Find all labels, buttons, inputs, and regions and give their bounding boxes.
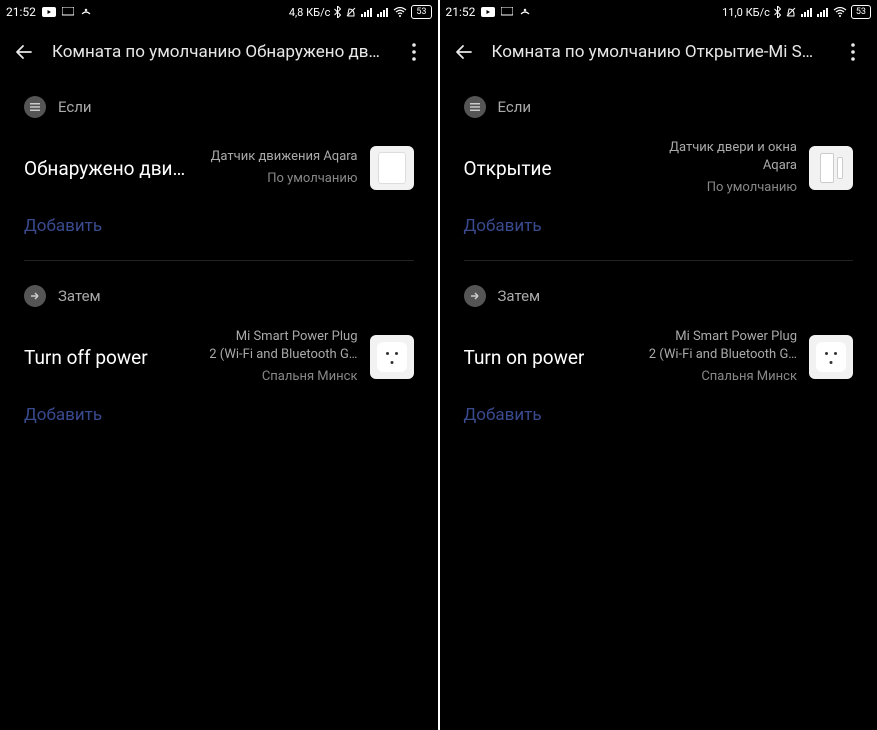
- device-line1: Mi Smart Power Plug: [148, 328, 358, 346]
- device-name: Датчик движения Aqara: [185, 148, 357, 166]
- content: Если Обнаружено дви… Датчик движения Aqa…: [0, 80, 438, 730]
- trigger-device-info: Датчик движения Aqara По умолчанию: [185, 148, 357, 188]
- divider: [24, 260, 414, 261]
- status-bar: 21:52 11,0 КБ/с 53: [440, 0, 877, 24]
- device-line2: 2 (Wi-Fi and Bluetooth G…: [584, 346, 797, 364]
- signal-icon: [801, 7, 813, 17]
- if-label: Если: [58, 98, 92, 116]
- status-time: 21:52: [6, 5, 36, 19]
- trigger-device-info: Датчик двери и окна Aqara По умолчанию: [552, 139, 797, 198]
- status-speed: 11,0 КБ/с: [722, 6, 770, 19]
- trigger-row[interactable]: Открытие Датчик двери и окна Aqara По ум…: [464, 138, 854, 198]
- action-title: Turn on power: [464, 346, 585, 369]
- if-badge-icon: [24, 96, 46, 118]
- back-button[interactable]: [12, 40, 36, 64]
- wifi-icon: [393, 7, 407, 17]
- more-button[interactable]: [402, 40, 426, 64]
- mute-icon: [345, 6, 357, 18]
- device-room: По умолчанию: [552, 179, 797, 197]
- device-line1: Датчик двери и окна: [552, 139, 797, 157]
- action-device-info: Mi Smart Power Plug 2 (Wi-Fi and Bluetoo…: [584, 328, 797, 387]
- trigger-row[interactable]: Обнаружено дви… Датчик движения Aqara По…: [24, 138, 414, 198]
- header: Комната по умолчанию Обнаружено движе…: [0, 24, 438, 80]
- page-title: Комната по умолчанию Обнаружено движе…: [52, 42, 386, 62]
- motion-sensor-icon: [370, 146, 414, 190]
- status-speed: 4,8 КБ/с: [289, 6, 331, 19]
- device-room: По умолчанию: [185, 170, 357, 188]
- bluetooth-icon: [334, 6, 341, 18]
- back-button[interactable]: [452, 40, 476, 64]
- mute-icon: [785, 6, 797, 18]
- door-sensor-icon: [809, 146, 853, 190]
- missed-call-icon: [519, 6, 531, 18]
- then-section-header: Затем: [464, 285, 854, 307]
- then-section-header: Затем: [24, 285, 414, 307]
- page-title: Комната по умолчанию Открытие-Mi Smart …: [492, 42, 826, 62]
- screen-left: 21:52 4,8 КБ/с 53 Комната по умолчанию О…: [0, 0, 438, 730]
- plug-icon: [809, 335, 853, 379]
- add-action-button[interactable]: Добавить: [464, 405, 854, 425]
- wifi-icon: [833, 7, 847, 17]
- if-label: Если: [498, 98, 532, 116]
- message-icon: [62, 7, 74, 17]
- youtube-icon: [481, 7, 495, 17]
- action-row[interactable]: Turn off power Mi Smart Power Plug 2 (Wi…: [24, 327, 414, 387]
- add-action-button[interactable]: Добавить: [24, 405, 414, 425]
- trigger-title: Обнаружено дви…: [24, 157, 185, 180]
- status-bar: 21:52 4,8 КБ/с 53: [0, 0, 438, 24]
- header: Комната по умолчанию Открытие-Mi Smart …: [440, 24, 877, 80]
- device-line2: 2 (Wi-Fi and Bluetooth G…: [148, 346, 358, 364]
- signal-icon: [361, 7, 373, 17]
- device-line1: Mi Smart Power Plug: [584, 328, 797, 346]
- then-badge-icon: [24, 285, 46, 307]
- screen-right: 21:52 11,0 КБ/с 53 Комната по умолчанию …: [440, 0, 877, 730]
- add-trigger-button[interactable]: Добавить: [464, 216, 854, 236]
- action-device-info: Mi Smart Power Plug 2 (Wi-Fi and Bluetoo…: [148, 328, 358, 387]
- if-badge-icon: [464, 96, 486, 118]
- then-label: Затем: [58, 287, 101, 305]
- missed-call-icon: [80, 6, 92, 18]
- device-room: Спальня Минск: [148, 368, 358, 386]
- signal-icon-2: [817, 7, 829, 17]
- then-label: Затем: [498, 287, 541, 305]
- content: Если Открытие Датчик двери и окна Aqara …: [440, 80, 877, 730]
- device-room: Спальня Минск: [584, 368, 797, 386]
- device-line2: Aqara: [552, 157, 797, 175]
- more-button[interactable]: [841, 40, 865, 64]
- signal-icon-2: [377, 7, 389, 17]
- divider: [464, 260, 854, 261]
- bluetooth-icon: [774, 6, 781, 18]
- if-section-header: Если: [464, 96, 854, 118]
- plug-icon: [370, 335, 414, 379]
- battery-level: 53: [851, 5, 871, 19]
- status-time: 21:52: [446, 5, 476, 19]
- action-title: Turn off power: [24, 346, 148, 369]
- message-icon: [501, 7, 513, 17]
- action-row[interactable]: Turn on power Mi Smart Power Plug 2 (Wi-…: [464, 327, 854, 387]
- then-badge-icon: [464, 285, 486, 307]
- trigger-title: Открытие: [464, 157, 552, 180]
- add-trigger-button[interactable]: Добавить: [24, 216, 414, 236]
- youtube-icon: [42, 7, 56, 17]
- if-section-header: Если: [24, 96, 414, 118]
- battery-level: 53: [411, 5, 431, 19]
